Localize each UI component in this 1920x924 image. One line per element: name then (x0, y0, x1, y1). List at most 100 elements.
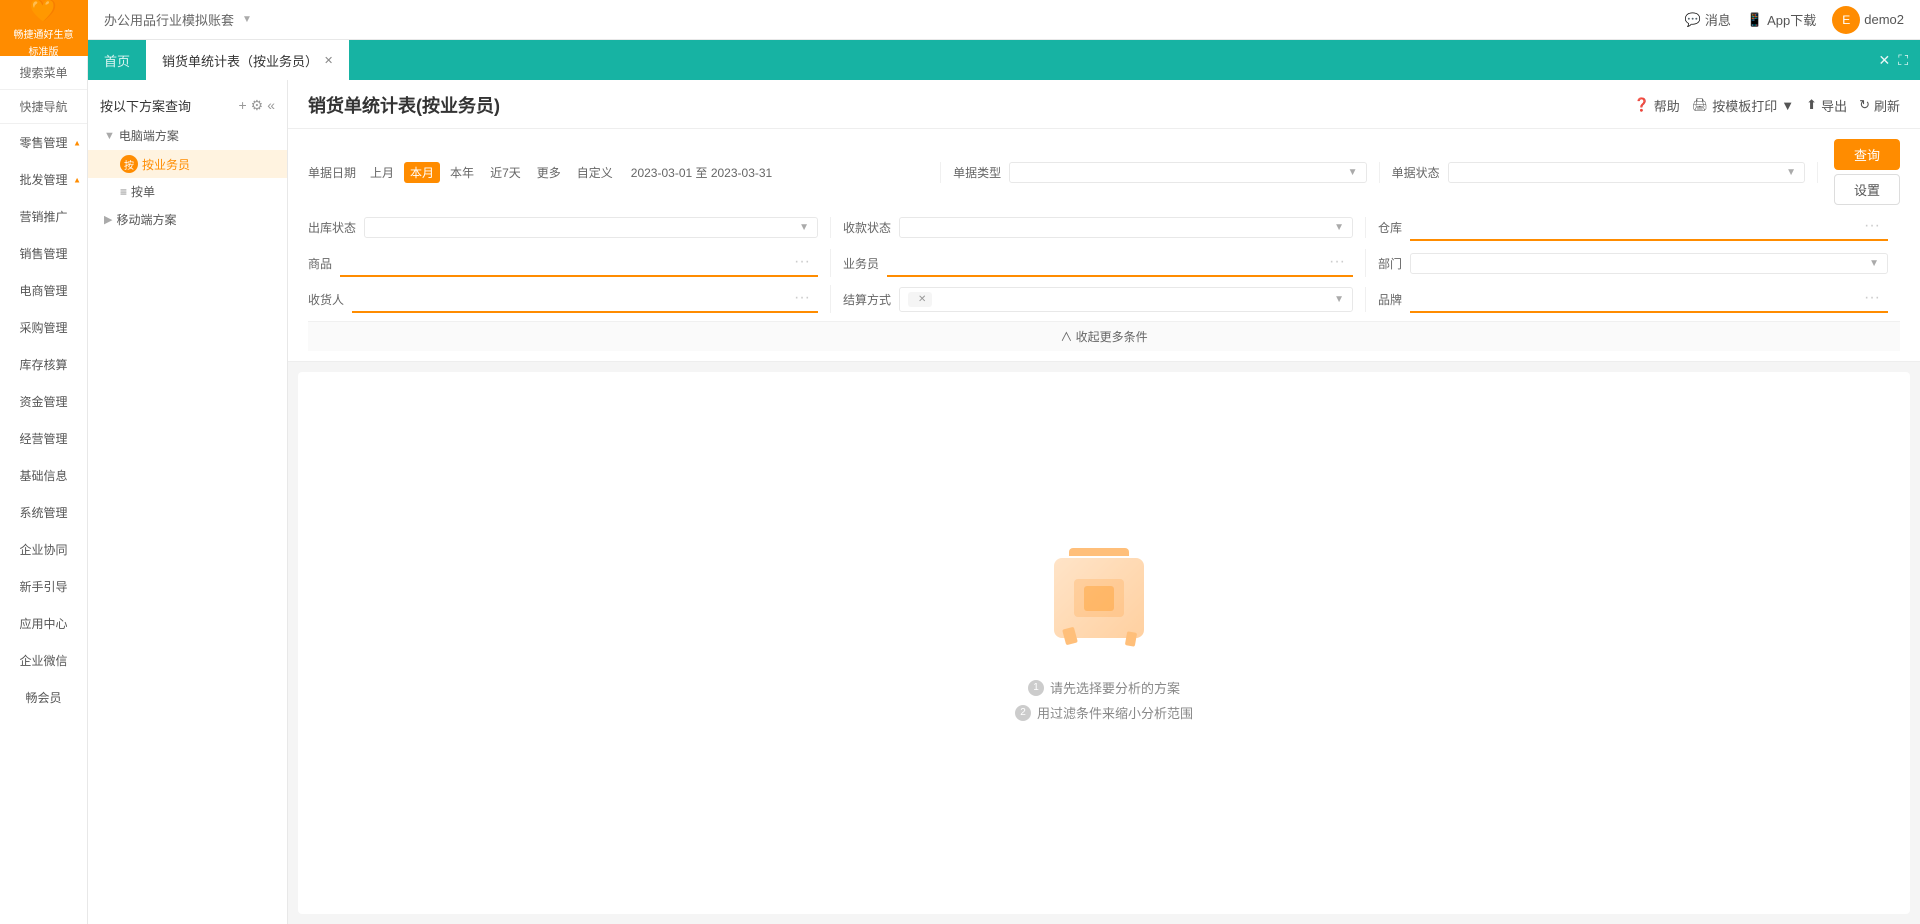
tab-home[interactable]: 首页 (88, 40, 146, 80)
filter-out-status: 出库状态 ▼ (308, 217, 831, 238)
add-scheme-icon[interactable]: + (238, 97, 246, 114)
user-avatar[interactable]: E demo2 (1832, 6, 1904, 34)
brand-dots[interactable]: ··· (1864, 289, 1880, 307)
tab-sales-stat[interactable]: 销货单统计表（按业务员） ✕ (146, 40, 349, 80)
date-filter-options: 上月 本月 本年 近7天 更多 自定义 2023-03-01 至 2023-03… (364, 162, 928, 183)
out-status-arrow: ▼ (799, 222, 809, 233)
breadcrumb-dropdown-icon[interactable]: ▼ (242, 14, 252, 25)
tree-node-desktop[interactable]: ▼ 电脑端方案 (88, 121, 287, 150)
warehouse-dots[interactable]: ··· (1864, 217, 1880, 235)
page-title: 销货单统计表(按业务员) (308, 92, 500, 118)
consignee-input[interactable]: ··· (352, 285, 818, 313)
warehouse-value: ··· (1410, 213, 1888, 241)
out-status-select[interactable]: ▼ (364, 217, 818, 238)
step-num-2: 2 (1015, 705, 1031, 721)
sidebar-item-operations[interactable]: 经营管理 (0, 420, 87, 457)
brand-input[interactable]: ··· (1410, 285, 1888, 313)
filter-product: 商品 ··· (308, 249, 831, 277)
help-button[interactable]: ❓ 帮助 (1634, 96, 1680, 115)
content: 按以下方案查询 + ⚙ « ▼ 电脑端方案 按 按业务员 ≡ 按单 (88, 80, 1920, 924)
export-button[interactable]: ⬆ 导出 (1806, 96, 1847, 115)
sidebar-item-marketing[interactable]: 营销推广 (0, 198, 87, 235)
tree-child-by-salesperson[interactable]: 按 按业务员 (88, 150, 287, 178)
topbar: 办公用品行业模拟账套 ▼ 💬 消息 📱 App下载 E demo2 (88, 0, 1920, 40)
collapse-bar[interactable]: ∧ 收起更多条件 (308, 321, 1900, 351)
message-button[interactable]: 💬 消息 (1685, 10, 1731, 29)
warehouse-input[interactable]: ··· (1410, 213, 1888, 241)
tree-node-mobile-label: 移动端方案 (116, 211, 176, 228)
sidebar-item-apps[interactable]: 应用中心 (0, 605, 87, 642)
date-btn-custom[interactable]: 自定义 (571, 162, 619, 183)
tab-close-all-icon[interactable]: ✕ (1878, 52, 1890, 69)
tab-sales-stat-label: 销货单统计表（按业务员） (162, 51, 318, 70)
sidebar-item-sales[interactable]: 销售管理 (0, 235, 87, 272)
sidebar-item-wechat[interactable]: 企业微信 (0, 642, 87, 679)
brand-label: 品牌 (1378, 291, 1402, 308)
tree-node-mobile[interactable]: ▶ 移动端方案 (88, 205, 287, 234)
settings-scheme-icon[interactable]: ⚙ (251, 97, 264, 114)
sidebar-quicknav[interactable]: 快捷导航 (0, 90, 87, 124)
doc-status-select[interactable]: ▼ (1448, 162, 1805, 183)
product-dots[interactable]: ··· (794, 253, 810, 271)
query-button[interactable]: 查询 (1834, 139, 1900, 170)
doc-status-arrow: ▼ (1786, 167, 1796, 178)
consignee-label: 收货人 (308, 291, 344, 308)
tab-expand-icon[interactable]: ⛶ (1898, 52, 1908, 69)
template-print-button[interactable]: 🖨 按模板打印 ▼ (1692, 96, 1794, 115)
sidebar-item-ecommerce[interactable]: 电商管理 (0, 272, 87, 309)
doc-type-arrow: ▼ (1348, 167, 1358, 178)
settings-button[interactable]: 设置 (1834, 174, 1900, 205)
date-btn-this-month[interactable]: 本月 (404, 162, 440, 183)
sidebar-search[interactable]: 搜索菜单 (0, 56, 87, 90)
sidebar-item-finance[interactable]: 资金管理 (0, 383, 87, 420)
help-icon: ❓ (1634, 97, 1650, 113)
sub-scheme-icon: ≡ (120, 185, 127, 199)
date-btn-7days[interactable]: 近7天 (484, 162, 527, 183)
step-2-text: 用过滤条件来缩小分析范围 (1037, 703, 1193, 722)
sidebar-item-wholesale[interactable]: 批发管理 (0, 161, 87, 198)
app-download-button[interactable]: 📱 App下载 (1747, 10, 1816, 29)
main-area: 办公用品行业模拟账套 ▼ 💬 消息 📱 App下载 E demo2 首页 销货单… (88, 0, 1920, 924)
sidebar-item-system[interactable]: 系统管理 (0, 494, 87, 531)
tab-close-icon[interactable]: ✕ (324, 54, 333, 67)
sidebar-item-member[interactable]: 畅会员 (0, 679, 87, 716)
tabbar-controls: ✕ ⛶ (1866, 52, 1920, 69)
payment-status-select[interactable]: ▼ (899, 217, 1353, 238)
tree-child-order-label: 按单 (131, 183, 155, 200)
template-print-label: 按模板打印 (1712, 96, 1777, 115)
settlement-remove-icon[interactable]: ✕ (918, 294, 926, 305)
sidebar-item-enterprise[interactable]: 企业协同 (0, 531, 87, 568)
step-1-text: 请先选择要分析的方案 (1050, 678, 1180, 697)
left-panel-title: 按以下方案查询 (100, 96, 191, 115)
date-btn-this-year[interactable]: 本年 (444, 162, 480, 183)
sidebar-item-inventory[interactable]: 库存核算 (0, 346, 87, 383)
consignee-dots[interactable]: ··· (794, 289, 810, 307)
settlement-select[interactable]: ✕ ▼ (899, 287, 1353, 312)
doc-type-select[interactable]: ▼ (1009, 162, 1366, 183)
sidebar-item-purchase[interactable]: 采购管理 (0, 309, 87, 346)
download-icon: 📱 (1747, 12, 1763, 28)
filter-doc-type: 单据类型 ▼ (941, 162, 1379, 183)
tree-child-by-order[interactable]: ≡ 按单 (88, 178, 287, 205)
salesperson-dots[interactable]: ··· (1329, 253, 1345, 271)
department-select[interactable]: ▼ (1410, 253, 1888, 274)
brand-value: ··· (1410, 285, 1888, 313)
template-print-arrow: ▼ (1781, 98, 1794, 113)
collapse-panel-icon[interactable]: « (267, 97, 275, 114)
topbar-right: 💬 消息 📱 App下载 E demo2 (1685, 6, 1904, 34)
sidebar-item-retail[interactable]: 零售管理 (0, 124, 87, 161)
app-logo[interactable]: 🧡 畅捷通好生意 标准版 (0, 0, 88, 56)
sidebar-item-basic[interactable]: 基础信息 (0, 457, 87, 494)
message-label: 消息 (1705, 10, 1731, 29)
salesperson-input[interactable]: ··· (887, 249, 1353, 277)
consignee-value: ··· (352, 285, 818, 313)
active-scheme-icon: 按 (120, 155, 138, 173)
tree-collapse-icon: ▶ (104, 213, 112, 226)
date-range-value: 2023-03-01 至 2023-03-31 (631, 164, 772, 181)
refresh-button[interactable]: ↻ 刷新 (1859, 96, 1900, 115)
page-actions: ❓ 帮助 🖨 按模板打印 ▼ ⬆ 导出 ↻ 刷新 (1634, 96, 1900, 115)
date-btn-more[interactable]: 更多 (531, 162, 567, 183)
sidebar-item-beginner[interactable]: 新手引导 (0, 568, 87, 605)
date-btn-last-month[interactable]: 上月 (364, 162, 400, 183)
product-input[interactable]: ··· (340, 249, 818, 277)
